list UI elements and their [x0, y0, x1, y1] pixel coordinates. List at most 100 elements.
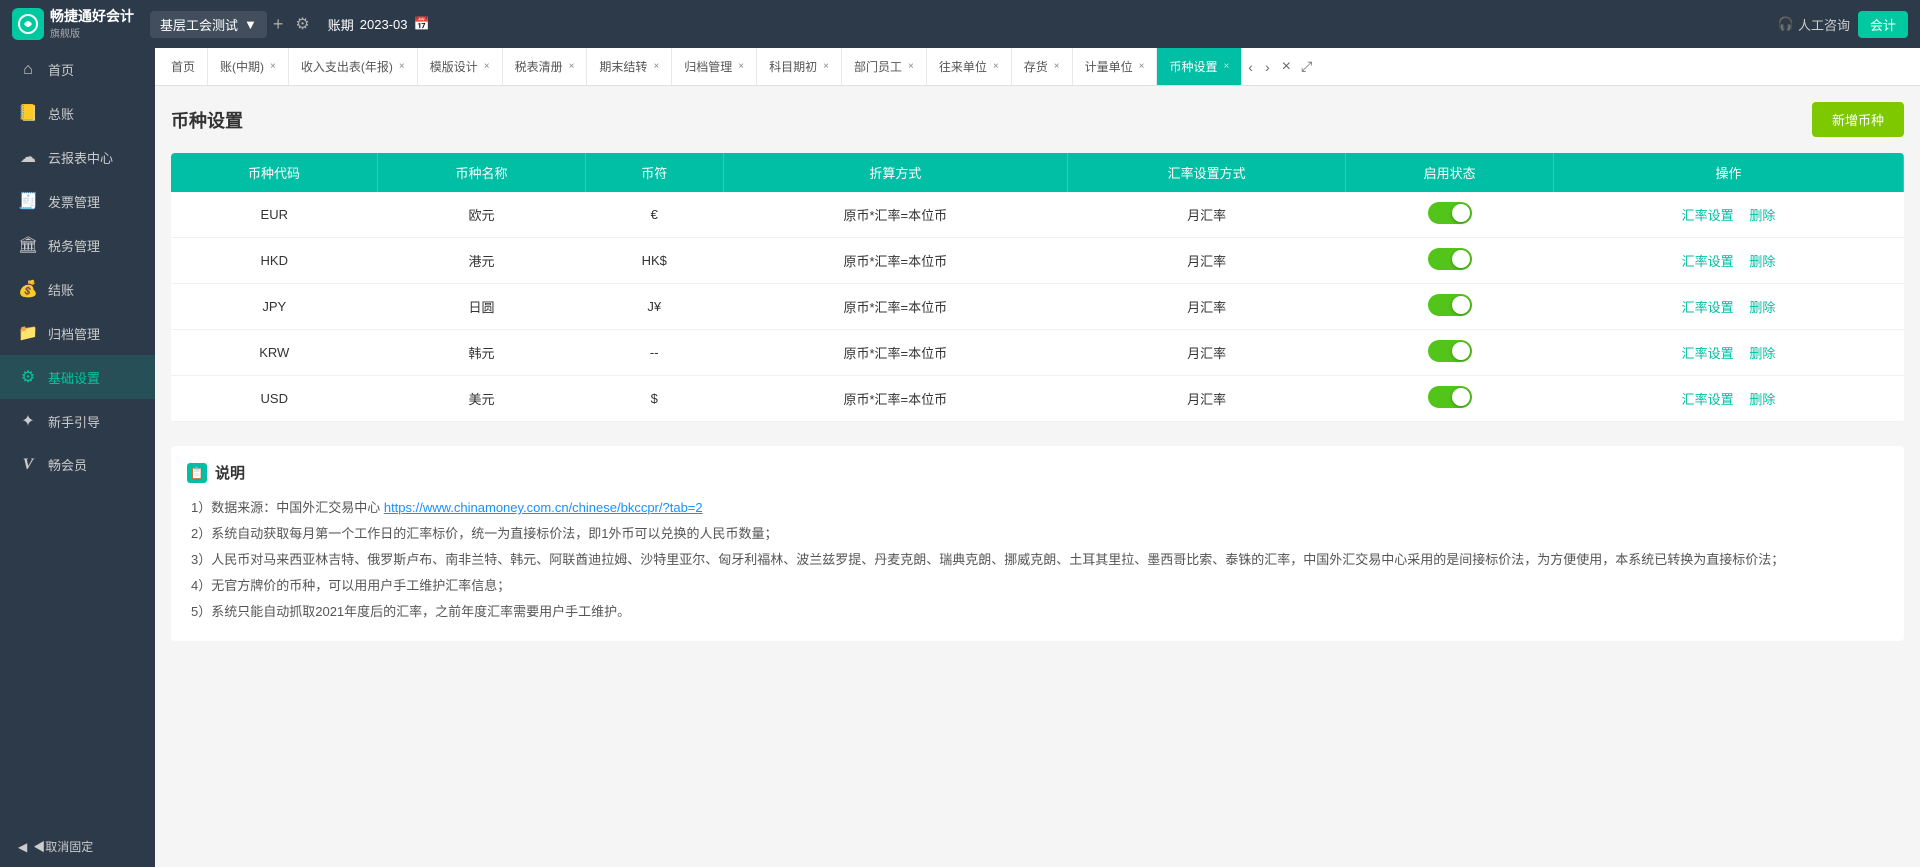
tab-zhongqi[interactable]: 账(中期) ×: [208, 48, 289, 86]
sidebar: ⌂ 首页 📒 总账 ☁ 云报表中心 🧾 发票管理 🏛 税务管理 💰 结账: [0, 48, 155, 867]
tab-label-home: 首页: [171, 58, 195, 75]
sidebar-label-guide: 新手引导: [48, 412, 100, 431]
rate-setting-link[interactable]: 汇率设置: [1682, 254, 1734, 269]
logo-area: 畅捷通好会计 旗舰版: [12, 8, 134, 40]
tab-subjects[interactable]: 科目期初 ×: [757, 48, 842, 86]
cell-name: 欧元: [378, 192, 586, 238]
sidebar-label-reports: 云报表中心: [48, 148, 113, 167]
sidebar-item-reports[interactable]: ☁ 云报表中心: [0, 135, 155, 179]
archive-icon: 📁: [18, 323, 38, 343]
sidebar-item-invoice[interactable]: 🧾 发票管理: [0, 179, 155, 223]
tab-contacts[interactable]: 往来单位 ×: [927, 48, 1012, 86]
tab-expand-button[interactable]: ⤢: [1297, 54, 1316, 79]
tab-next-button[interactable]: ›: [1259, 55, 1276, 79]
cell-code: EUR: [171, 192, 378, 238]
cloud-icon: ☁: [18, 147, 38, 167]
rate-setting-link[interactable]: 汇率设置: [1682, 208, 1734, 223]
tab-home[interactable]: 首页: [159, 48, 208, 86]
tab-close-unit[interactable]: ×: [1139, 61, 1145, 72]
new-currency-button[interactable]: 新增币种: [1812, 102, 1904, 137]
sidebar-item-home[interactable]: ⌂ 首页: [0, 48, 155, 91]
sidebar-label-invoice: 发票管理: [48, 192, 100, 211]
notes-title-block: 📋 说明: [187, 462, 1888, 483]
header-actions: 🎧 人工咨询 会计: [1778, 11, 1908, 38]
delete-link[interactable]: 删除: [1749, 346, 1775, 361]
dropdown-icon: ▼: [244, 17, 257, 32]
tab-template[interactable]: 模版设计 ×: [418, 48, 503, 86]
col-symbol: 币符: [585, 153, 723, 192]
cell-toggle: [1346, 284, 1554, 330]
tab-close-dept[interactable]: ×: [908, 61, 914, 72]
delete-link[interactable]: 删除: [1749, 254, 1775, 269]
sidebar-item-member[interactable]: V 畅会员: [0, 443, 155, 486]
tab-close-all-button[interactable]: ×: [1276, 54, 1297, 80]
tab-prev-button[interactable]: ‹: [1242, 55, 1259, 79]
cell-rate-type: 月汇率: [1068, 238, 1346, 284]
tab-close-archive[interactable]: ×: [738, 61, 744, 72]
table-row: HKD港元HK$原币*汇率=本位币月汇率 汇率设置 删除: [171, 238, 1904, 284]
notes-link[interactable]: https://www.chinamoney.com.cn/chinese/bk…: [384, 500, 703, 515]
tab-dept[interactable]: 部门员工 ×: [842, 48, 927, 86]
period-value: 2023-03: [360, 17, 408, 32]
sidebar-item-checkout[interactable]: 💰 结账: [0, 267, 155, 311]
toggle-switch[interactable]: [1428, 248, 1472, 270]
tab-income[interactable]: 收入支出表(年报) ×: [289, 48, 418, 86]
content-area: 首页 账(中期) × 收入支出表(年报) × 模版设计 × 税表清册 ×: [155, 48, 1920, 867]
notes-section: 📋 说明 1）数据来源：中国外汇交易中心 https://www.chinamo…: [171, 446, 1904, 641]
tab-label-template: 模版设计: [430, 58, 478, 75]
tab-close-inventory[interactable]: ×: [1054, 61, 1060, 72]
sidebar-item-ledger[interactable]: 📒 总账: [0, 91, 155, 135]
tab-close-income[interactable]: ×: [399, 61, 405, 72]
cell-rate-type: 月汇率: [1068, 376, 1346, 422]
home-icon: ⌂: [18, 61, 38, 79]
sidebar-item-archive[interactable]: 📁 归档管理: [0, 311, 155, 355]
tab-archive[interactable]: 归档管理 ×: [672, 48, 757, 86]
table-row: JPY日圆J¥原币*汇率=本位币月汇率 汇率设置 删除: [171, 284, 1904, 330]
tab-close-yearend[interactable]: ×: [653, 61, 659, 72]
toggle-switch[interactable]: [1428, 202, 1472, 224]
tab-close-tax[interactable]: ×: [569, 61, 575, 72]
page-header: 币种设置 新增币种: [171, 102, 1904, 137]
ledger-icon: 📒: [18, 103, 38, 123]
app-wrapper: 畅捷通好会计 旗舰版 基层工会测试 ▼ + ⚙ 账期 2023-03 📅 🎧 人…: [0, 0, 1920, 867]
toggle-switch[interactable]: [1428, 386, 1472, 408]
tab-unit[interactable]: 计量单位 ×: [1073, 48, 1158, 86]
cell-code: KRW: [171, 330, 378, 376]
tab-close-contacts[interactable]: ×: [993, 61, 999, 72]
kuaiji-button[interactable]: 会计: [1858, 11, 1908, 38]
tab-currency[interactable]: 币种设置 ×: [1157, 48, 1242, 86]
delete-link[interactable]: 删除: [1749, 392, 1775, 407]
sidebar-label-checkout: 结账: [48, 280, 74, 299]
cell-rate-type: 月汇率: [1068, 192, 1346, 238]
company-selector[interactable]: 基层工会测试 ▼: [150, 11, 267, 38]
notes-title-text: 说明: [215, 462, 245, 483]
toggle-switch[interactable]: [1428, 294, 1472, 316]
add-company-button[interactable]: +: [267, 14, 290, 35]
tab-close-template[interactable]: ×: [484, 61, 490, 72]
delete-link[interactable]: 删除: [1749, 300, 1775, 315]
note-item-1: 1）数据来源：中国外汇交易中心 https://www.chinamoney.c…: [187, 495, 1888, 521]
toggle-switch[interactable]: [1428, 340, 1472, 362]
cell-calc: 原币*汇率=本位币: [723, 330, 1068, 376]
sidebar-item-settings[interactable]: ⚙ 基础设置: [0, 355, 155, 399]
calendar-icon[interactable]: 📅: [413, 16, 429, 32]
rate-setting-link[interactable]: 汇率设置: [1682, 346, 1734, 361]
tab-yearend[interactable]: 期末结转 ×: [587, 48, 672, 86]
sidebar-item-tax[interactable]: 🏛 税务管理: [0, 223, 155, 267]
tab-close-currency[interactable]: ×: [1223, 61, 1229, 72]
tab-inventory[interactable]: 存货 ×: [1012, 48, 1073, 86]
cell-toggle: [1346, 192, 1554, 238]
tab-label-zhongqi: 账(中期): [220, 58, 264, 75]
sidebar-item-guide[interactable]: ✦ 新手引导: [0, 399, 155, 443]
delete-link[interactable]: 删除: [1749, 208, 1775, 223]
cell-calc: 原币*汇率=本位币: [723, 284, 1068, 330]
tab-close-zhongqi[interactable]: ×: [270, 61, 276, 72]
notes-list: 1）数据来源：中国外汇交易中心 https://www.chinamoney.c…: [187, 495, 1888, 625]
tab-tax[interactable]: 税表清册 ×: [503, 48, 588, 86]
cancel-pin-button[interactable]: ◀ ◀取消固定: [0, 826, 155, 867]
rate-setting-link[interactable]: 汇率设置: [1682, 392, 1734, 407]
tab-close-subjects[interactable]: ×: [823, 61, 829, 72]
settings-gear-button[interactable]: ⚙: [289, 14, 315, 34]
rate-setting-link[interactable]: 汇率设置: [1682, 300, 1734, 315]
consult-button[interactable]: 🎧 人工咨询: [1778, 15, 1850, 34]
